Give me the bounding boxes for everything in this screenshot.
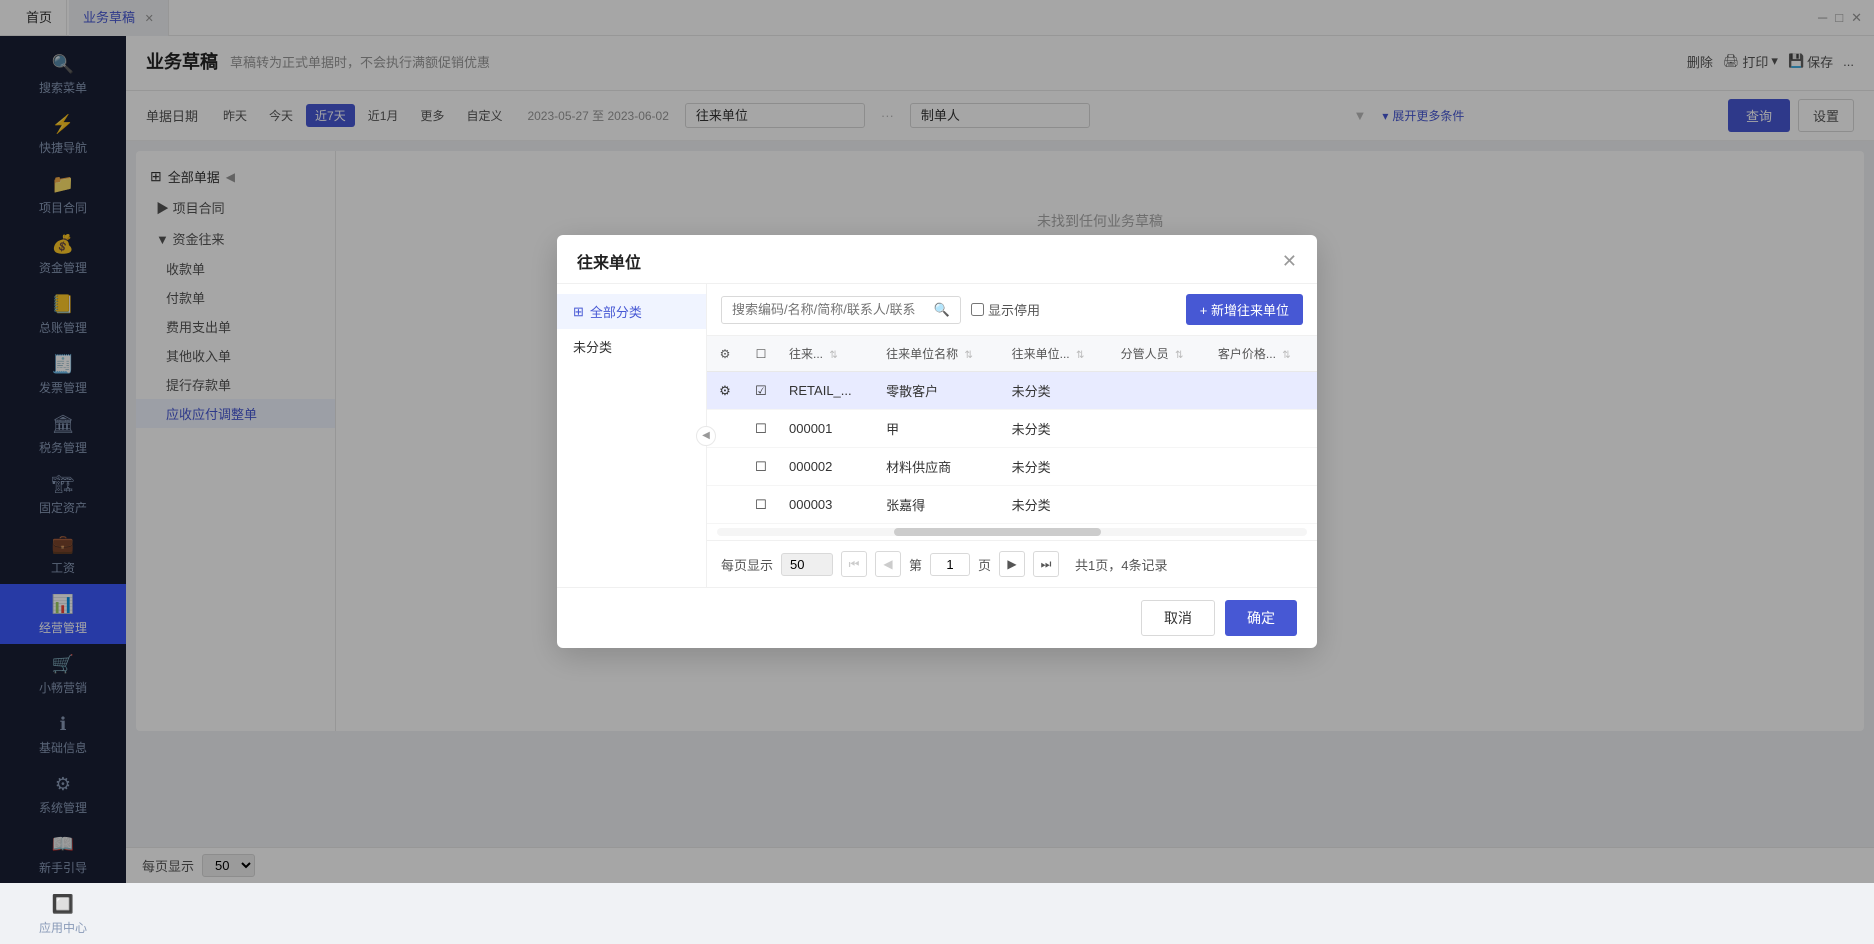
row-manager <box>1111 448 1208 486</box>
table-row[interactable]: ⚙ ☑ RETAIL_... 零散客户 未分类 <box>707 372 1317 410</box>
row-manager <box>1111 410 1208 448</box>
page-number-input[interactable] <box>930 553 970 576</box>
modal-data-table: ⚙ ☐ 往来... ⇅ 往来单位名称 ⇅ 往来单位... ⇅ 分管人员 ⇅ 客户… <box>707 336 1317 524</box>
row-code: RETAIL_... <box>779 372 876 410</box>
search-icon: 🔍 <box>934 302 950 318</box>
search-input-box[interactable]: 🔍 <box>721 296 961 324</box>
table-row[interactable]: ☐ 000003 张嘉得 未分类 <box>707 486 1317 524</box>
col-code[interactable]: 往来... ⇅ <box>779 336 876 372</box>
cat-item-all[interactable]: ⊞ 全部分类 <box>557 294 706 329</box>
row-checkbox[interactable]: ☐ <box>743 486 779 524</box>
list-toolbar: 🔍 显示停用 + 新增往来单位 <box>707 284 1317 336</box>
app-center-icon: 🔲 <box>52 894 74 915</box>
row-price <box>1208 372 1317 410</box>
row-name: 张嘉得 <box>876 486 1001 524</box>
show-disabled-label[interactable]: 显示停用 <box>971 300 1040 319</box>
page-suffix-label: 页 <box>978 555 991 574</box>
horizontal-scrollbar[interactable] <box>717 528 1307 536</box>
row-price <box>1208 410 1317 448</box>
modal-body: ⊞ 全部分类 未分类 ◀ 🔍 <box>557 284 1317 587</box>
row-code: 000001 <box>779 410 876 448</box>
modal-header: 往来单位 ✕ <box>557 235 1317 284</box>
row-category: 未分类 <box>1002 486 1111 524</box>
table-row[interactable]: ☐ 000002 材料供应商 未分类 <box>707 448 1317 486</box>
col-settings[interactable]: ⚙ <box>707 336 743 372</box>
per-page-label: 每页显示 <box>721 555 773 574</box>
category-collapse-btn[interactable]: ◀ <box>696 426 716 446</box>
row-category: 未分类 <box>1002 448 1111 486</box>
first-page-btn[interactable]: ⏮ <box>841 551 867 577</box>
modal-table-scroll[interactable]: ⚙ ☐ 往来... ⇅ 往来单位名称 ⇅ 往来单位... ⇅ 分管人员 ⇅ 客户… <box>707 336 1317 524</box>
pagination-bar: 每页显示 50 100 ⏮ ◀ 第 页 ▶ ⏭ 共1页，4条记录 <box>707 540 1317 587</box>
per-page-select[interactable]: 50 100 <box>781 553 833 576</box>
scrollbar-thumb[interactable] <box>894 528 1101 536</box>
row-manager <box>1111 372 1208 410</box>
category-panel: ⊞ 全部分类 未分类 ◀ <box>557 284 707 587</box>
modal-close-btn[interactable]: ✕ <box>1282 252 1297 270</box>
search-input[interactable] <box>732 302 928 317</box>
row-settings: ⚙ <box>707 372 743 410</box>
col-name[interactable]: 往来单位名称 ⇅ <box>876 336 1001 372</box>
partner-modal: 往来单位 ✕ ⊞ 全部分类 未分类 ◀ <box>557 235 1317 648</box>
modal-overlay[interactable]: 往来单位 ✕ ⊞ 全部分类 未分类 ◀ <box>0 0 1874 883</box>
modal-footer: 取消 确定 <box>557 587 1317 648</box>
col-manager[interactable]: 分管人员 ⇅ <box>1111 336 1208 372</box>
table-row[interactable]: ☐ 000001 甲 未分类 <box>707 410 1317 448</box>
list-panel: 🔍 显示停用 + 新增往来单位 ⚙ ☐ <box>707 284 1317 587</box>
prev-page-btn[interactable]: ◀ <box>875 551 901 577</box>
row-category: 未分类 <box>1002 410 1111 448</box>
grid-icon: ⊞ <box>573 304 584 320</box>
row-code: 000003 <box>779 486 876 524</box>
confirm-button[interactable]: 确定 <box>1225 600 1297 636</box>
row-checkbox[interactable]: ☐ <box>743 448 779 486</box>
row-settings <box>707 486 743 524</box>
row-manager <box>1111 486 1208 524</box>
row-name: 零散客户 <box>876 372 1001 410</box>
row-price <box>1208 448 1317 486</box>
row-name: 材料供应商 <box>876 448 1001 486</box>
last-page-btn[interactable]: ⏭ <box>1033 551 1059 577</box>
cancel-button[interactable]: 取消 <box>1141 600 1215 636</box>
sidebar-item-app-center[interactable]: 🔲 应用中心 <box>0 884 126 944</box>
modal-title: 往来单位 <box>577 249 641 273</box>
row-name: 甲 <box>876 410 1001 448</box>
next-page-btn[interactable]: ▶ <box>999 551 1025 577</box>
row-code: 000002 <box>779 448 876 486</box>
cat-item-uncategorized[interactable]: 未分类 <box>557 329 706 364</box>
col-category[interactable]: 往来单位... ⇅ <box>1002 336 1111 372</box>
add-partner-button[interactable]: + 新增往来单位 <box>1186 294 1303 325</box>
row-checkbox[interactable]: ☐ <box>743 410 779 448</box>
total-info-label: 共1页，4条记录 <box>1075 555 1167 574</box>
show-disabled-checkbox[interactable] <box>971 303 984 316</box>
col-checkbox[interactable]: ☐ <box>743 336 779 372</box>
col-price[interactable]: 客户价格... ⇅ <box>1208 336 1317 372</box>
row-category: 未分类 <box>1002 372 1111 410</box>
row-settings <box>707 448 743 486</box>
row-checkbox[interactable]: ☑ <box>743 372 779 410</box>
row-price <box>1208 486 1317 524</box>
